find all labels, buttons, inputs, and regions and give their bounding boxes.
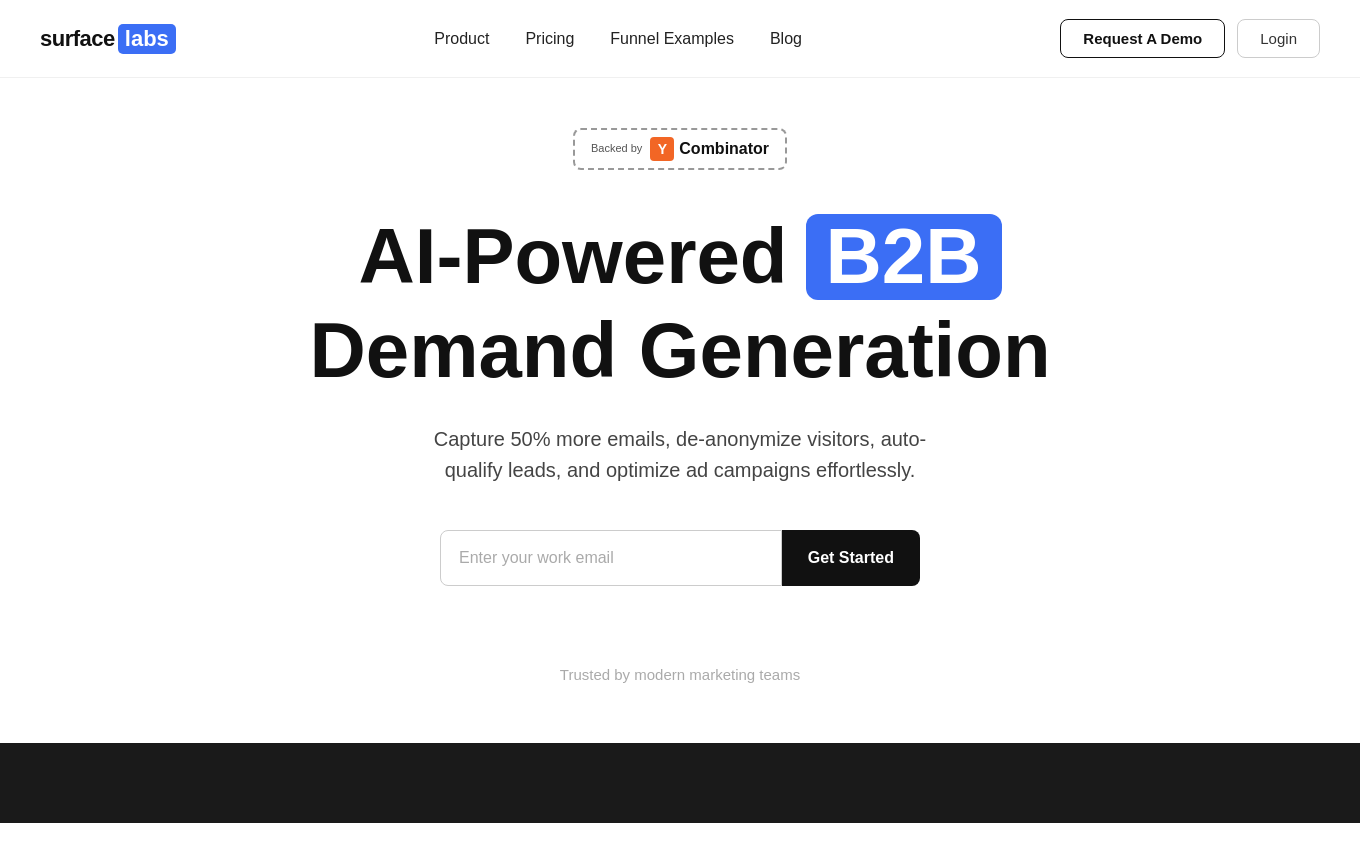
- hero-subtitle-line1: Capture 50% more emails, de-anonymize vi…: [434, 428, 926, 450]
- email-form: Get Started: [440, 530, 920, 586]
- hero-b2b-badge: B2B: [806, 214, 1002, 300]
- yc-y-icon: Y: [650, 137, 674, 161]
- login-button[interactable]: Login: [1237, 19, 1320, 58]
- nav-actions: Request A Demo Login: [1060, 19, 1320, 58]
- yc-combinator-text: Combinator: [679, 140, 769, 158]
- hero-section: Backed by Y Combinator AI-Powered B2B De…: [0, 78, 1360, 723]
- yc-logo: Y Combinator: [650, 137, 769, 161]
- hero-title: AI-Powered B2B Demand Generation: [309, 214, 1050, 394]
- navbar: surfacelabs Product Pricing Funnel Examp…: [0, 0, 1360, 78]
- backed-by-text: Backed by: [591, 142, 642, 155]
- dark-footer-strip: [0, 743, 1360, 823]
- request-demo-button[interactable]: Request A Demo: [1060, 19, 1225, 58]
- nav-link-pricing[interactable]: Pricing: [525, 30, 574, 48]
- hero-title-line2: Demand Generation: [309, 308, 1050, 394]
- get-started-button[interactable]: Get Started: [782, 530, 920, 586]
- trusted-text: Trusted by modern marketing teams: [560, 666, 800, 683]
- nav-link-product[interactable]: Product: [434, 30, 489, 48]
- email-input[interactable]: [440, 530, 782, 586]
- nav-link-funnel-examples[interactable]: Funnel Examples: [610, 30, 734, 48]
- hero-title-line1: AI-Powered B2B: [309, 214, 1050, 300]
- hero-subtitle-line2: qualify leads, and optimize ad campaigns…: [445, 459, 916, 481]
- hero-title-prefix: AI-Powered: [358, 214, 787, 300]
- nav-links: Product Pricing Funnel Examples Blog: [434, 30, 802, 48]
- yc-badge: Backed by Y Combinator: [573, 128, 787, 170]
- hero-subtitle: Capture 50% more emails, de-anonymize vi…: [434, 424, 926, 486]
- logo-labs-text: labs: [118, 24, 176, 54]
- logo-surface-text: surface: [40, 26, 115, 52]
- logo[interactable]: surfacelabs: [40, 24, 176, 54]
- nav-link-blog[interactable]: Blog: [770, 30, 802, 48]
